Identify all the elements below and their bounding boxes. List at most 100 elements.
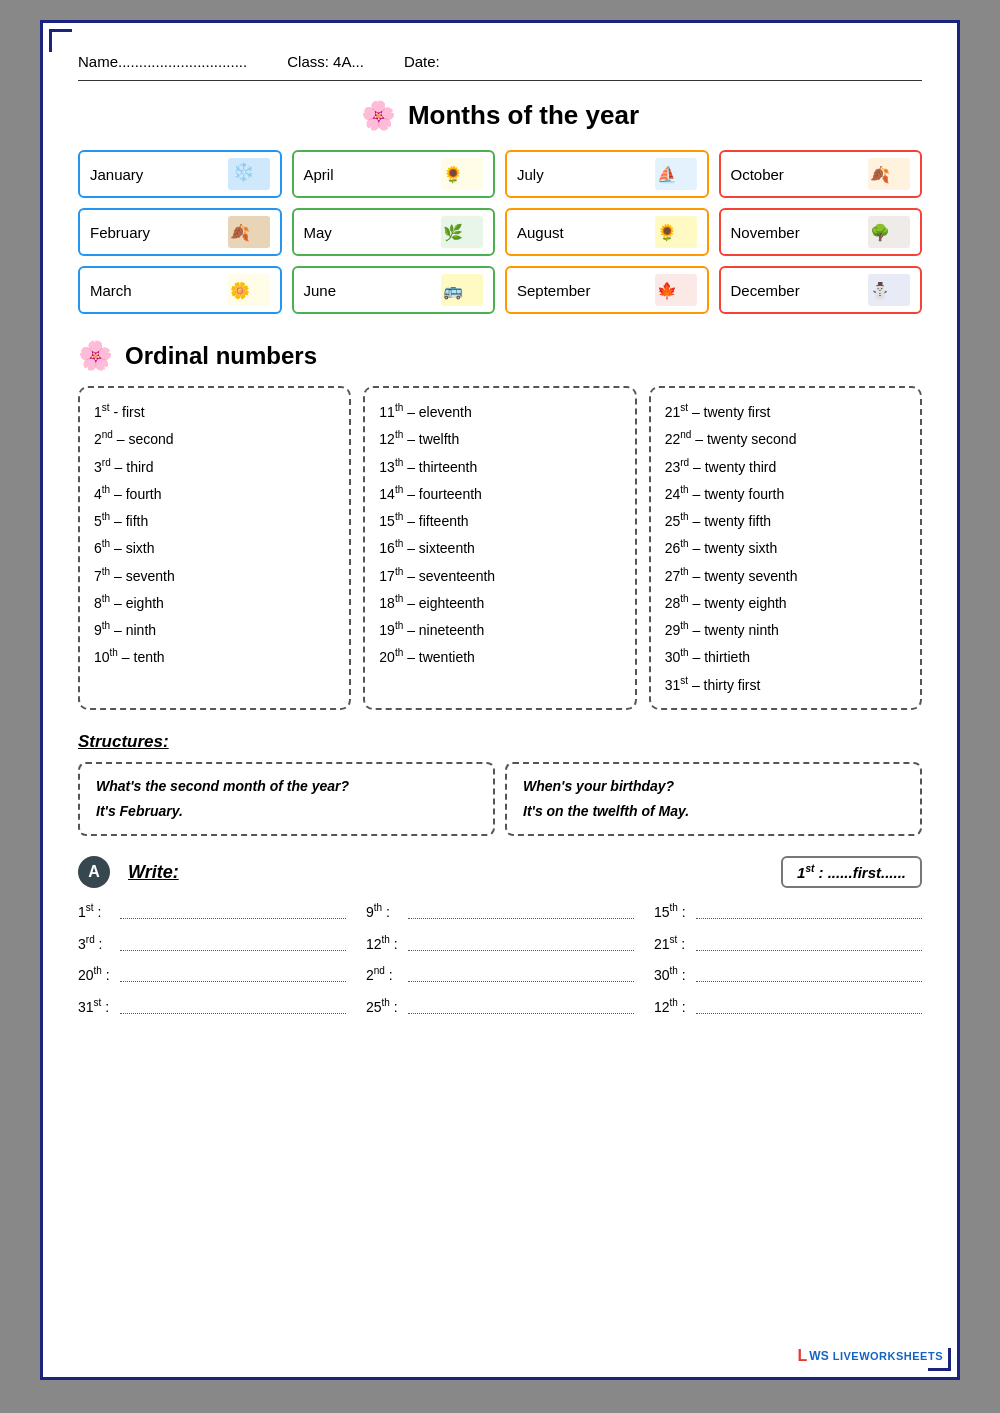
- structure-box-2: When's your birthday? It's on the twelft…: [505, 762, 922, 836]
- write-row: 3rd :: [78, 934, 346, 952]
- ordinal-item: 4th – fourth: [94, 480, 335, 507]
- ordinal-item: 12th – twelfth: [379, 425, 620, 452]
- write-row: 25th :: [366, 997, 634, 1015]
- month-name: October: [731, 166, 784, 183]
- ordinal-item: 26th – twenty sixth: [665, 534, 906, 561]
- ordinal-col-3: 21st – twenty first22nd – twenty second 2…: [649, 386, 922, 710]
- write-num: 15th :: [654, 902, 692, 920]
- ordinal-item: 14th – fourteenth: [379, 480, 620, 507]
- month-image: 🍂: [228, 216, 270, 248]
- ordinal-item: 7th – seventh: [94, 562, 335, 589]
- write-dots: [408, 998, 634, 1014]
- write-header: A Write: 1st : ......first......: [78, 856, 922, 888]
- structures-boxes: What's the second month of the year? It'…: [78, 762, 922, 836]
- month-image: ⛄: [868, 274, 910, 306]
- month-name: January: [90, 166, 143, 183]
- structures-section: Structures: What's the second month of t…: [78, 732, 922, 836]
- ordinal-item: 3rd – third: [94, 453, 335, 480]
- logo-text: LIVEWORKSHEETS: [833, 1350, 943, 1362]
- write-dots: [696, 966, 922, 982]
- ordinal-item: 11th – eleventh: [379, 398, 620, 425]
- ordinal-item: 25th – twenty fifth: [665, 507, 906, 534]
- ordinal-item: 30th – thirtieth: [665, 643, 906, 670]
- write-dots: [696, 903, 922, 919]
- write-row: 9th :: [366, 902, 634, 920]
- ordinal-heading: Ordinal numbers: [125, 342, 317, 370]
- month-card: October 🍂: [719, 150, 923, 198]
- month-name: December: [731, 282, 800, 299]
- write-num: 31st :: [78, 997, 116, 1015]
- months-heading: Months of the year: [408, 100, 639, 131]
- month-image: 🌼: [228, 274, 270, 306]
- ordinal-col-1: 1st - first2nd – second3rd – third4th – …: [78, 386, 351, 710]
- ordinal-item: 20th – twentieth: [379, 643, 620, 670]
- month-image: ⛵: [655, 158, 697, 190]
- ordinal-item: 8th – eighth: [94, 589, 335, 616]
- month-name: July: [517, 166, 544, 183]
- ordinal-item: 15th – fifteenth: [379, 507, 620, 534]
- structure-q1: What's the second month of the year?: [96, 774, 477, 799]
- worksheet-page: Name............................... Clas…: [40, 20, 960, 1380]
- write-row: 12th :: [366, 934, 634, 952]
- svg-text:🍁: 🍁: [657, 281, 677, 300]
- write-dots: [120, 935, 346, 951]
- month-card: January ❄️: [78, 150, 282, 198]
- month-name: February: [90, 224, 150, 241]
- ordinal-grid: 1st - first2nd – second3rd – third4th – …: [78, 386, 922, 710]
- write-dots: [408, 935, 634, 951]
- ordinal-item: 16th – sixteenth: [379, 534, 620, 561]
- structure-q2: When's your birthday?: [523, 774, 904, 799]
- ordinal-title: 🌸 Ordinal numbers: [78, 339, 922, 372]
- month-card: September 🍁: [505, 266, 709, 314]
- month-name: May: [304, 224, 332, 241]
- svg-text:🌿: 🌿: [443, 223, 463, 242]
- write-num: 1st :: [78, 902, 116, 920]
- month-image: 🍁: [655, 274, 697, 306]
- svg-text:🍂: 🍂: [230, 223, 250, 242]
- month-card: May 🌿: [292, 208, 496, 256]
- ordinal-item: 24th – twenty fourth: [665, 480, 906, 507]
- month-card: February 🍂: [78, 208, 282, 256]
- svg-text:🌼: 🌼: [230, 281, 250, 300]
- svg-text:🌻: 🌻: [657, 223, 677, 242]
- svg-text:⛵: ⛵: [657, 165, 677, 184]
- write-dots: [120, 903, 346, 919]
- ordinal-item: 21st – twenty first: [665, 398, 906, 425]
- month-image: 🍂: [868, 158, 910, 190]
- month-card: March 🌼: [78, 266, 282, 314]
- month-card: December ⛄: [719, 266, 923, 314]
- ordinal-item: 22nd – twenty second: [665, 425, 906, 452]
- ordinal-item: 28th – twenty eighth: [665, 589, 906, 616]
- month-image: 🌳: [868, 216, 910, 248]
- write-num: 30th :: [654, 965, 692, 983]
- write-grid: 1st : 9th : 15th : 3rd : 12th : 21st : 2…: [78, 902, 922, 1023]
- write-row: 21st :: [654, 934, 922, 952]
- write-num: 12th :: [654, 997, 692, 1015]
- month-card: July ⛵: [505, 150, 709, 198]
- ordinal-item: 9th – ninth: [94, 616, 335, 643]
- write-dots: [696, 998, 922, 1014]
- example-text: 1st : ......first......: [797, 864, 906, 881]
- month-name: June: [304, 282, 337, 299]
- write-row: 1st :: [78, 902, 346, 920]
- write-label: Write:: [128, 862, 179, 883]
- write-dots: [408, 966, 634, 982]
- ordinal-item: 29th – twenty ninth: [665, 616, 906, 643]
- month-image: 🌿: [441, 216, 483, 248]
- svg-text:🌻: 🌻: [443, 165, 463, 184]
- write-num: 9th :: [366, 902, 404, 920]
- write-num: 12th :: [366, 934, 404, 952]
- month-image: 🌻: [441, 158, 483, 190]
- logo-l: L: [798, 1347, 808, 1365]
- write-row: 31st :: [78, 997, 346, 1015]
- month-name: November: [731, 224, 800, 241]
- write-num: 21st :: [654, 934, 692, 952]
- svg-text:🍂: 🍂: [870, 165, 890, 184]
- ordinal-item: 19th – nineteenth: [379, 616, 620, 643]
- structure-a1: It's February.: [96, 799, 477, 824]
- month-name: March: [90, 282, 132, 299]
- month-card: April 🌻: [292, 150, 496, 198]
- write-circle: A: [78, 856, 110, 888]
- write-num: 2nd :: [366, 965, 404, 983]
- structures-title: Structures:: [78, 732, 922, 752]
